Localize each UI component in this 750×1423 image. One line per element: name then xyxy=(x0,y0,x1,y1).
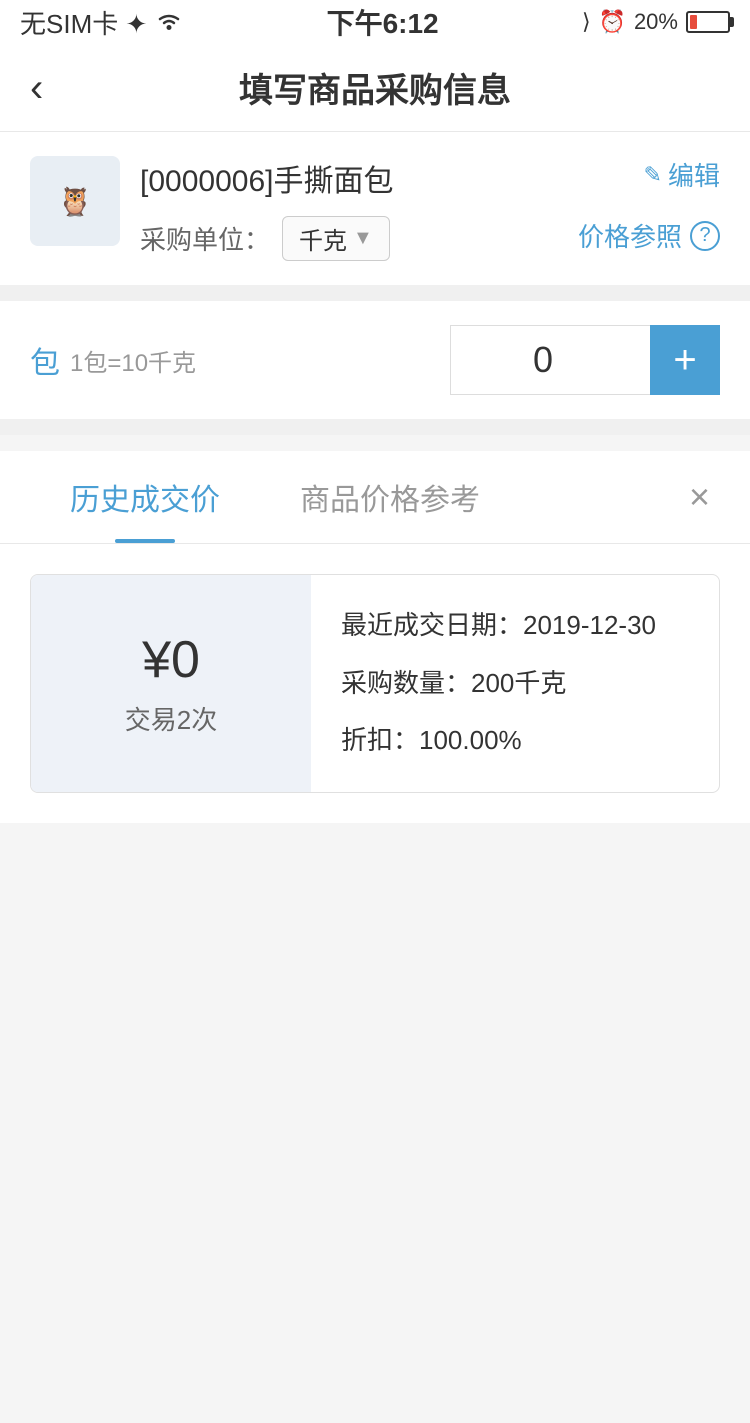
product-top: 🦉 [0000006]手撕面包 采购单位： 千克 ▼ ✎ 编辑 价格参照 xyxy=(30,156,720,261)
tab-close-button[interactable]: × xyxy=(679,456,720,538)
edit-label: 编辑 xyxy=(668,156,720,193)
product-info: [0000006]手撕面包 采购单位： 千克 ▼ xyxy=(140,156,393,261)
price-reference-button[interactable]: 价格参照 ? xyxy=(578,217,720,254)
alarm-icon: ⏰ xyxy=(599,9,626,35)
purchase-qty-label: 采购数量： xyxy=(341,668,471,698)
purchase-qty-value: 200千克 xyxy=(471,668,566,698)
package-icon: 包 xyxy=(30,338,60,382)
price-card-right: 最近成交日期：2019-12-30 采购数量：200千克 折扣：100.00% xyxy=(311,575,719,792)
recent-date-value: 2019-12-30 xyxy=(523,610,656,640)
quantity-input-group: + xyxy=(450,325,720,395)
location-icon: ⟩ xyxy=(582,9,591,35)
help-icon: ? xyxy=(690,221,720,251)
price-card: ¥0 交易2次 最近成交日期：2019-12-30 采购数量：200千克 折扣：… xyxy=(30,574,720,793)
tab-reference-label: 商品价格参考 xyxy=(300,484,480,517)
edit-icon: ✎ xyxy=(644,162,662,188)
product-name: [0000006]手撕面包 xyxy=(140,156,393,200)
wifi-icon xyxy=(155,7,183,38)
tab-history-price[interactable]: 历史成交价 xyxy=(30,451,260,543)
edit-button[interactable]: ✎ 编辑 xyxy=(644,156,720,193)
quantity-plus-button[interactable]: + xyxy=(650,325,720,395)
price-ref-label: 价格参照 xyxy=(578,217,682,254)
product-unit-row: 采购单位： 千克 ▼ xyxy=(140,216,393,261)
recent-date-label: 最近成交日期： xyxy=(341,610,523,640)
tabs-header: 历史成交价 商品价格参考 × xyxy=(0,451,750,544)
quantity-input[interactable] xyxy=(450,325,650,395)
transaction-count: 交易2次 xyxy=(125,700,217,737)
unit-value: 千克 xyxy=(299,221,347,256)
unit-selector[interactable]: 千克 ▼ xyxy=(282,216,390,261)
product-card: 🦉 [0000006]手撕面包 采购单位： 千克 ▼ ✎ 编辑 价格参照 xyxy=(0,132,750,285)
product-thumbnail: 🦉 xyxy=(30,156,120,246)
back-button[interactable]: ‹ xyxy=(30,68,43,108)
tab-product-reference[interactable]: 商品价格参考 xyxy=(260,451,520,543)
quantity-label: 包 1包=10千克 xyxy=(30,338,196,382)
nav-header: ‹ 填写商品采购信息 xyxy=(0,44,750,132)
price-card-left: ¥0 交易2次 xyxy=(31,575,311,792)
battery-fill xyxy=(690,15,697,29)
product-thumb-icon: 🦉 xyxy=(58,185,93,218)
status-left: 无SIM卡 ✦ xyxy=(20,4,183,41)
quantity-row: 包 1包=10千克 + xyxy=(0,301,750,419)
unit-label: 采购单位： xyxy=(140,220,270,257)
battery-icon xyxy=(686,11,730,33)
discount-value: 100.00% xyxy=(419,725,522,755)
tab-history-label: 历史成交价 xyxy=(70,484,220,517)
product-left: 🦉 [0000006]手撕面包 采购单位： 千克 ▼ xyxy=(30,156,393,261)
price-card-container: ¥0 交易2次 最近成交日期：2019-12-30 采购数量：200千克 折扣：… xyxy=(0,544,750,823)
status-time: 下午6:12 xyxy=(327,2,439,42)
price-amount: ¥0 xyxy=(142,630,200,690)
empty-content-area xyxy=(0,823,750,1423)
status-bar: 无SIM卡 ✦ 下午6:12 ⟩ ⏰ 20% xyxy=(0,0,750,44)
discount-row: 折扣：100.00% xyxy=(341,720,689,762)
package-conversion: 1包=10千克 xyxy=(70,343,196,378)
page-title: 填写商品采购信息 xyxy=(239,63,511,112)
status-right: ⟩ ⏰ 20% xyxy=(582,9,730,35)
carrier-text: 无SIM卡 ✦ xyxy=(20,4,147,41)
purchase-qty-row: 采购数量：200千克 xyxy=(341,663,689,705)
unit-arrow-icon: ▼ xyxy=(353,227,373,250)
section-divider xyxy=(0,285,750,301)
tabs-section: 历史成交价 商品价格参考 × ¥0 交易2次 最近成交日期：2019-12-30… xyxy=(0,451,750,823)
recent-date-row: 最近成交日期：2019-12-30 xyxy=(341,605,689,647)
section-divider-2 xyxy=(0,419,750,435)
discount-label: 折扣： xyxy=(341,725,419,755)
battery-percent: 20% xyxy=(634,9,678,35)
